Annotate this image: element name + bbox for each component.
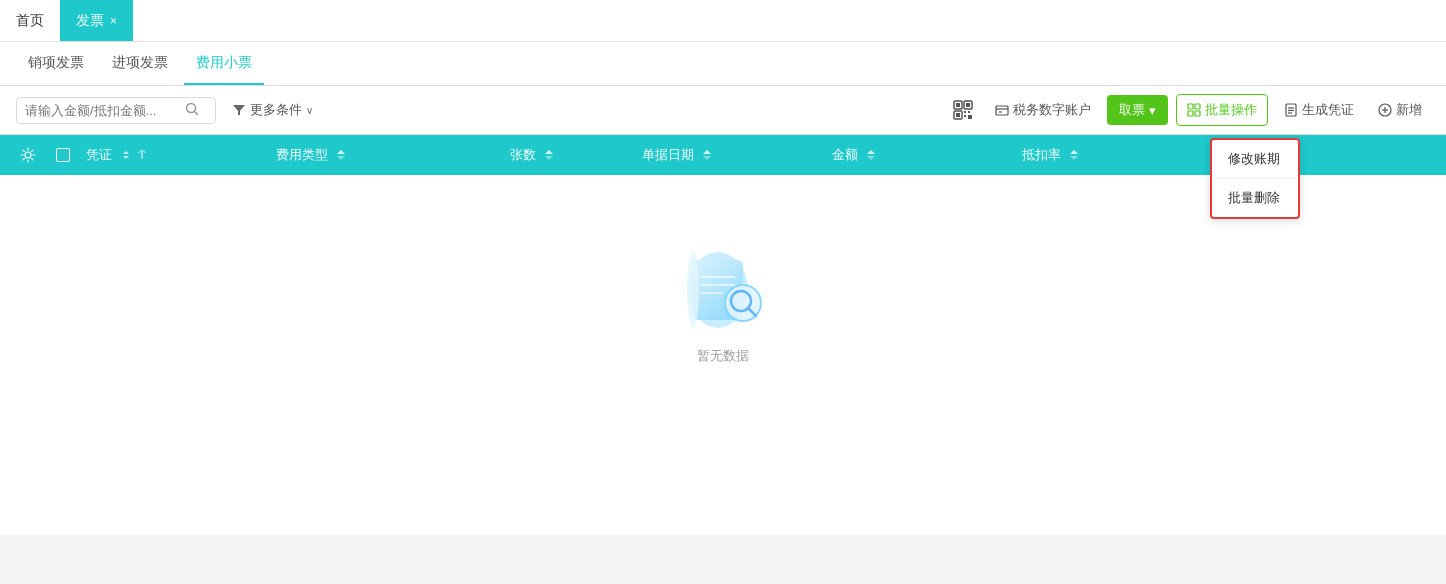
th-amount: 金额: [824, 146, 1014, 164]
svg-rect-12: [968, 115, 972, 119]
add-button[interactable]: 新增: [1370, 97, 1430, 123]
gen-voucher-button[interactable]: 生成凭证: [1276, 97, 1362, 123]
svg-marker-32: [337, 156, 345, 160]
svg-marker-33: [545, 150, 553, 154]
svg-marker-28: [123, 151, 129, 154]
th-date: 单据日期: [634, 146, 824, 164]
th-count-label: 张数: [510, 146, 536, 164]
search-box[interactable]: [16, 97, 216, 124]
toolbar: 更多条件 ∨ 税务数字账: [0, 86, 1446, 135]
svg-point-27: [25, 152, 31, 158]
batch-operation-button[interactable]: 批量操作: [1176, 94, 1268, 126]
add-label: 新增: [1396, 101, 1422, 119]
th-voucher: 凭证: [78, 146, 268, 164]
batch-dropdown-menu: 修改账期 批量删除: [1210, 138, 1300, 219]
th-count: 张数: [502, 146, 634, 164]
svg-marker-34: [545, 156, 553, 160]
svg-marker-31: [337, 150, 345, 154]
th-voucher-label: 凭证: [86, 146, 112, 164]
th-check[interactable]: [48, 148, 78, 162]
svg-rect-6: [966, 103, 970, 107]
svg-rect-17: [1195, 104, 1200, 109]
gen-voucher-label: 生成凭证: [1302, 101, 1354, 119]
dropdown-item-batch-delete[interactable]: 批量删除: [1212, 178, 1298, 217]
qr-button[interactable]: [947, 94, 979, 126]
svg-rect-13: [996, 106, 1008, 115]
take-ticket-arrow-icon: ▾: [1149, 103, 1156, 118]
svg-rect-4: [956, 103, 960, 107]
dropdown-item-change-period[interactable]: 修改账期: [1212, 140, 1298, 178]
filter-label: 更多条件: [250, 101, 302, 119]
nav-tab-invoice-label: 发票: [76, 12, 104, 30]
take-ticket-button[interactable]: 取票 ▾: [1107, 95, 1168, 125]
svg-rect-16: [1188, 104, 1193, 109]
svg-marker-40: [1070, 156, 1078, 160]
toolbar-right: 税务数字账户 取票 ▾ 批量操作 生成凭证: [947, 94, 1430, 126]
svg-line-1: [195, 111, 198, 114]
svg-marker-2: [233, 105, 245, 115]
svg-rect-9: [964, 111, 966, 113]
th-expense-type: 费用类型: [268, 146, 502, 164]
svg-marker-29: [123, 156, 129, 159]
empty-state-icon: [663, 235, 783, 335]
tab-purchase-label: 进项发票: [112, 54, 168, 72]
svg-rect-30: [141, 151, 143, 159]
filter-arrow-icon: ∨: [306, 105, 313, 116]
th-date-label: 单据日期: [642, 146, 694, 164]
search-input[interactable]: [25, 103, 185, 118]
svg-rect-18: [1188, 111, 1193, 116]
empty-state-text: 暂无数据: [697, 347, 749, 365]
batch-operation-label: 批量操作: [1205, 101, 1257, 119]
th-deduct-rate: 抵扣率: [1014, 146, 1204, 164]
tab-expense-ticket[interactable]: 费用小票: [184, 42, 264, 85]
svg-rect-11: [964, 115, 966, 117]
svg-point-49: [687, 252, 699, 328]
filter-button[interactable]: 更多条件 ∨: [224, 97, 321, 123]
tab-purchase-invoice[interactable]: 进项发票: [100, 42, 180, 85]
nav-tab-close-icon[interactable]: ×: [110, 14, 117, 28]
tax-account-label: 税务数字账户: [1013, 101, 1091, 119]
tab-sales-invoice[interactable]: 销项发票: [16, 42, 96, 85]
svg-rect-19: [1195, 111, 1200, 116]
search-icon[interactable]: [185, 102, 199, 119]
svg-marker-35: [703, 150, 711, 154]
top-nav: 首页 发票 ×: [0, 0, 1446, 42]
tab-sales-label: 销项发票: [28, 54, 84, 72]
svg-marker-38: [867, 156, 875, 160]
th-amount-label: 金额: [832, 146, 858, 164]
th-deduct-rate-label: 抵扣率: [1022, 146, 1061, 164]
th-expense-type-label: 费用类型: [276, 146, 328, 164]
nav-tab-invoice[interactable]: 发票 ×: [60, 0, 133, 41]
svg-marker-36: [703, 156, 711, 160]
svg-marker-37: [867, 150, 875, 154]
svg-marker-39: [1070, 150, 1078, 154]
svg-rect-8: [956, 113, 960, 117]
th-settings[interactable]: [8, 147, 48, 163]
tax-account-button[interactable]: 税务数字账户: [987, 97, 1099, 123]
svg-rect-10: [968, 111, 970, 113]
tab-expense-label: 费用小票: [196, 54, 252, 72]
nav-home[interactable]: 首页: [0, 0, 60, 41]
sub-tabs: 销项发票 进项发票 费用小票: [0, 42, 1446, 86]
take-ticket-label: 取票: [1119, 101, 1145, 119]
